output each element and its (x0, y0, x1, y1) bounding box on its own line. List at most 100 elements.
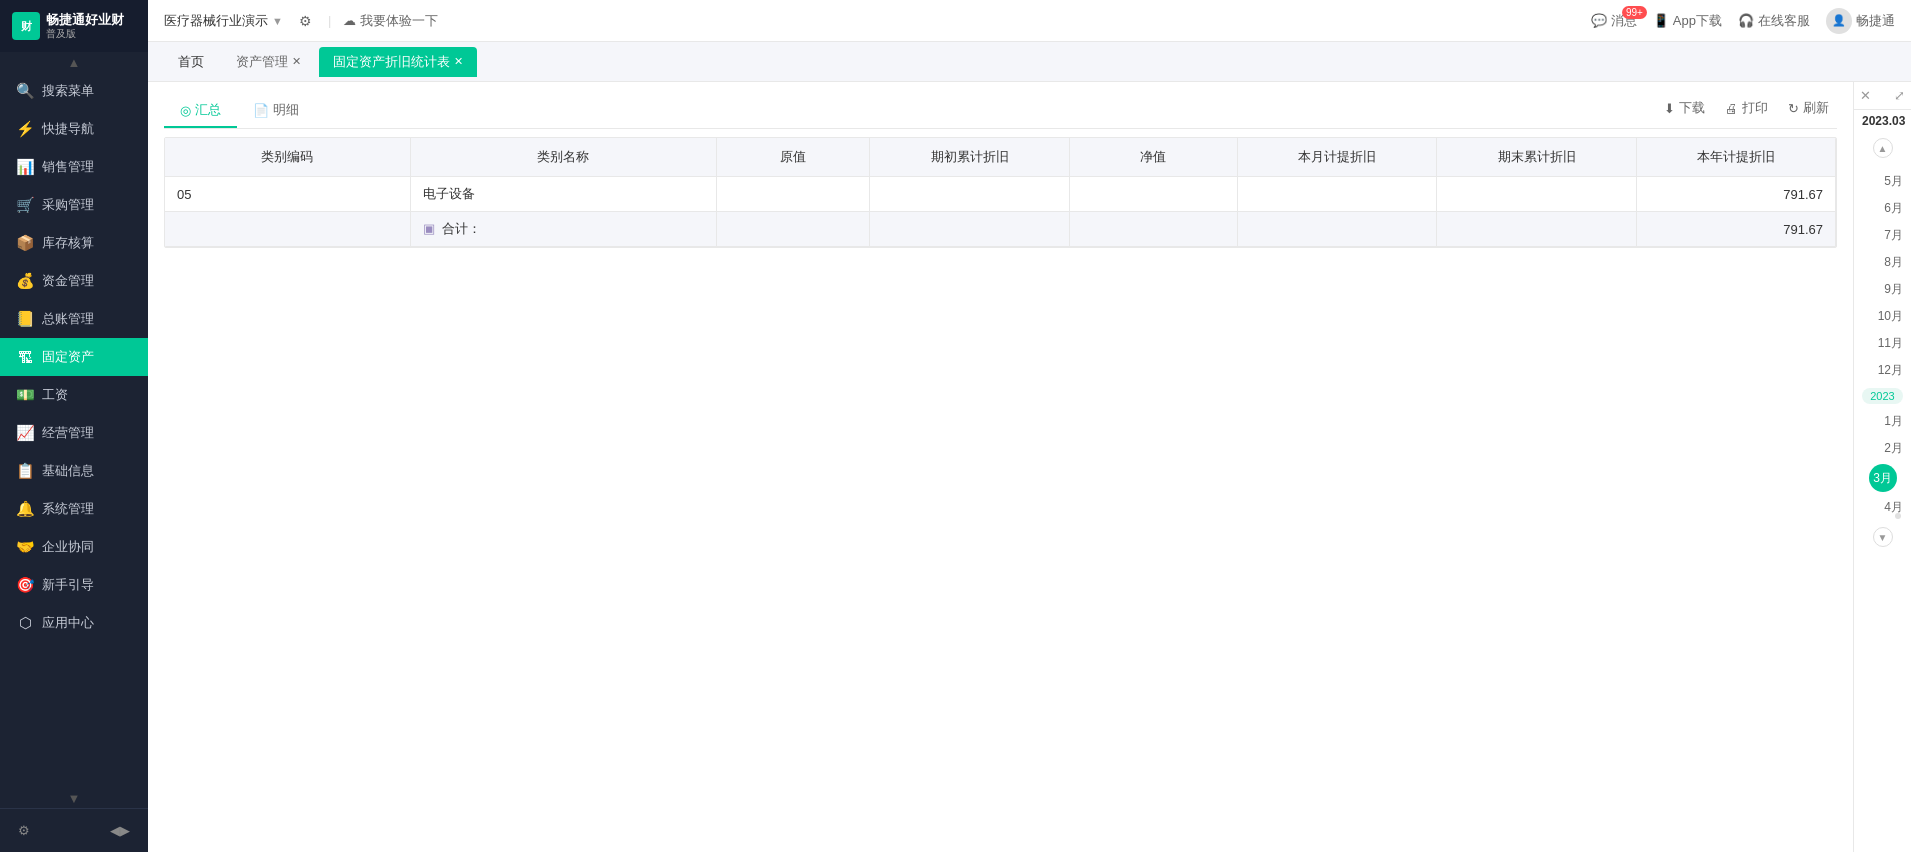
sidebar-footer: ⚙ ◀▶ (0, 808, 148, 852)
tab-depreciation-report[interactable]: 固定资产折旧统计表 ✕ (319, 47, 477, 77)
experience-btn[interactable]: ☁ 我要体验一下 (343, 12, 438, 30)
tab-asset-manage-label: 资产管理 (236, 53, 288, 71)
month-item-2023-4[interactable]: 4月 (1854, 494, 1911, 521)
logo-text: 畅捷通好业财 (46, 12, 124, 28)
depreciation-table: 类别编码 类别名称 原值 期初累计折旧 净值 本月计提折旧 期末累计折旧 本年计… (164, 137, 1837, 248)
sub-tabs: ◎ 汇总 📄 明细 (164, 94, 315, 128)
date-scroll-up[interactable]: ▲ (1873, 138, 1893, 158)
sidebar-item-enterprise[interactable]: 🤝 企业协同 (0, 528, 148, 566)
sidebar-item-app-center[interactable]: ⬡ 应用中心 (0, 604, 148, 642)
avatar: 👤 (1826, 8, 1852, 34)
month-item-2023-2[interactable]: 2月 (1854, 435, 1911, 462)
topbar-settings-icon[interactable]: ⚙ (295, 9, 316, 33)
month-item-9[interactable]: 9月 (1854, 276, 1911, 303)
customer-service-btn[interactable]: 🎧 在线客服 (1738, 12, 1810, 30)
month-item-11[interactable]: 11月 (1854, 330, 1911, 357)
month-item-6[interactable]: 6月 (1854, 195, 1911, 222)
sub-tab-summary[interactable]: ◎ 汇总 (164, 94, 237, 128)
company-dropdown-icon: ▼ (272, 15, 283, 27)
fixed-assets-icon: 🏗 (16, 349, 34, 366)
col-net-value: 净值 (1069, 138, 1238, 177)
tab-home[interactable]: 首页 (164, 47, 218, 77)
summary-annual-dep: 791.67 (1636, 212, 1835, 247)
date-scroll-down[interactable]: ▼ (1873, 527, 1893, 547)
sidebar-item-salary[interactable]: 💵 工资 (0, 376, 148, 414)
date-list: ▲ 5月 6月 7月 8月 9月 (1854, 132, 1911, 852)
sidebar-item-operation[interactable]: 📈 经营管理 (0, 414, 148, 452)
detail-tab-icon: 📄 (253, 103, 269, 118)
date-panel-close-btn[interactable]: ✕ (1860, 88, 1871, 103)
message-badge: 99+ (1622, 6, 1647, 19)
month-item-12[interactable]: 12月 (1854, 357, 1911, 384)
purchase-icon: 🛒 (16, 196, 34, 214)
tab-home-label: 首页 (178, 53, 204, 71)
date-panel-expand-btn[interactable]: ⤢ (1894, 88, 1905, 103)
system-icon: 🔔 (16, 500, 34, 518)
sidebar-item-sales[interactable]: 📊 销售管理 (0, 148, 148, 186)
cell-code: 05 (165, 177, 410, 212)
summary-tab-label: 汇总 (195, 101, 221, 119)
month-item-2023-3-active[interactable]: 3月 (1869, 464, 1897, 492)
app-download-btn[interactable]: 📱 App下载 (1653, 12, 1722, 30)
col-period-end-depreciation: 期末累计折旧 (1437, 138, 1636, 177)
col-code: 类别编码 (165, 138, 410, 177)
sidebar-item-basic-info[interactable]: 📋 基础信息 (0, 452, 148, 490)
print-btn[interactable]: 🖨 打印 (1717, 95, 1776, 121)
dot-indicator (1895, 513, 1901, 519)
company-selector[interactable]: 医疗器械行业演示 ▼ (164, 12, 283, 30)
experience-icon: ☁ (343, 13, 356, 28)
enterprise-icon: 🤝 (16, 538, 34, 556)
sidebar-item-search[interactable]: 🔍 搜索菜单 (0, 72, 148, 110)
toolbar: ⬇ 下载 🖨 打印 ↻ 刷新 (1656, 95, 1837, 127)
salary-icon: 💵 (16, 386, 34, 404)
fund-icon: 💰 (16, 272, 34, 290)
sidebar-item-fixed-assets[interactable]: 🏗 固定资产 (0, 338, 148, 376)
user-area[interactable]: 👤 畅捷通 (1826, 8, 1895, 34)
content-area: ◎ 汇总 📄 明细 ⬇ 下载 🖨 打印 (148, 82, 1911, 852)
tab-asset-manage-close[interactable]: ✕ (292, 55, 301, 68)
download-btn[interactable]: ⬇ 下载 (1656, 95, 1713, 121)
sidebar-item-ledger[interactable]: 📒 总账管理 (0, 300, 148, 338)
sidebar: 财 畅捷通好业财 普及版 ▲ 🔍 搜索菜单 ⚡ 快捷导航 📊 销售管理 🛒 采购… (0, 0, 148, 852)
sidebar-item-purchase[interactable]: 🛒 采购管理 (0, 186, 148, 224)
logo-sub: 普及版 (46, 28, 124, 40)
month-item-8[interactable]: 8月 (1854, 249, 1911, 276)
cell-annual-dep: 791.67 (1636, 177, 1835, 212)
refresh-label: 刷新 (1803, 99, 1829, 117)
tab-depreciation-label: 固定资产折旧统计表 (333, 53, 450, 71)
tab-depreciation-close[interactable]: ✕ (454, 55, 463, 68)
detail-tab-label: 明细 (273, 101, 299, 119)
month-item-5[interactable]: 5月 (1854, 168, 1911, 195)
summary-row: ▣ 合计： 791.67 (165, 212, 1836, 247)
operation-icon: 📈 (16, 424, 34, 442)
settings-footer-btn[interactable]: ⚙ (14, 819, 34, 842)
sidebar-item-inventory[interactable]: 📦 库存核算 (0, 224, 148, 262)
sidebar-scroll-up[interactable]: ▲ (66, 54, 82, 70)
col-initial-depreciation: 期初累计折旧 (870, 138, 1069, 177)
ledger-icon: 📒 (16, 310, 34, 328)
tab-asset-manage[interactable]: 资产管理 ✕ (222, 47, 315, 77)
month-item-10[interactable]: 10月 (1854, 303, 1911, 330)
sidebar-item-fund[interactable]: 💰 资金管理 (0, 262, 148, 300)
cell-period-end-dep (1437, 177, 1636, 212)
cell-name: 电子设备 (410, 177, 717, 212)
month-item-2023-1[interactable]: 1月 (1854, 408, 1911, 435)
collapse-sidebar-btn[interactable]: ◀▶ (106, 819, 134, 842)
col-annual-depreciation: 本年计提折旧 (1636, 138, 1835, 177)
sidebar-item-system[interactable]: 🔔 系统管理 (0, 490, 148, 528)
date-panel: ✕ ⤢ 2023.03 ▲ 5月 6月 7月 (1853, 82, 1911, 852)
sidebar-scroll-down[interactable]: ▼ (66, 790, 82, 806)
sidebar-nav: 🔍 搜索菜单 ⚡ 快捷导航 📊 销售管理 🛒 采购管理 📦 库存核算 💰 资金管… (0, 72, 148, 788)
mobile-icon: 📱 (1653, 13, 1669, 28)
date-panel-header: ✕ ⤢ (1854, 82, 1911, 110)
cell-initial-dep (870, 177, 1069, 212)
search-icon: 🔍 (16, 82, 34, 100)
sidebar-item-quick-nav[interactable]: ⚡ 快捷导航 (0, 110, 148, 148)
sub-tab-detail[interactable]: 📄 明细 (237, 94, 315, 128)
sidebar-item-guide[interactable]: 🎯 新手引导 (0, 566, 148, 604)
cell-monthly-dep (1238, 177, 1437, 212)
refresh-btn[interactable]: ↻ 刷新 (1780, 95, 1837, 121)
topbar: 医疗器械行业演示 ▼ ⚙ | ☁ 我要体验一下 💬 消息 99+ 📱 App下载… (148, 0, 1911, 42)
message-btn[interactable]: 💬 消息 99+ (1591, 12, 1637, 30)
month-item-7[interactable]: 7月 (1854, 222, 1911, 249)
